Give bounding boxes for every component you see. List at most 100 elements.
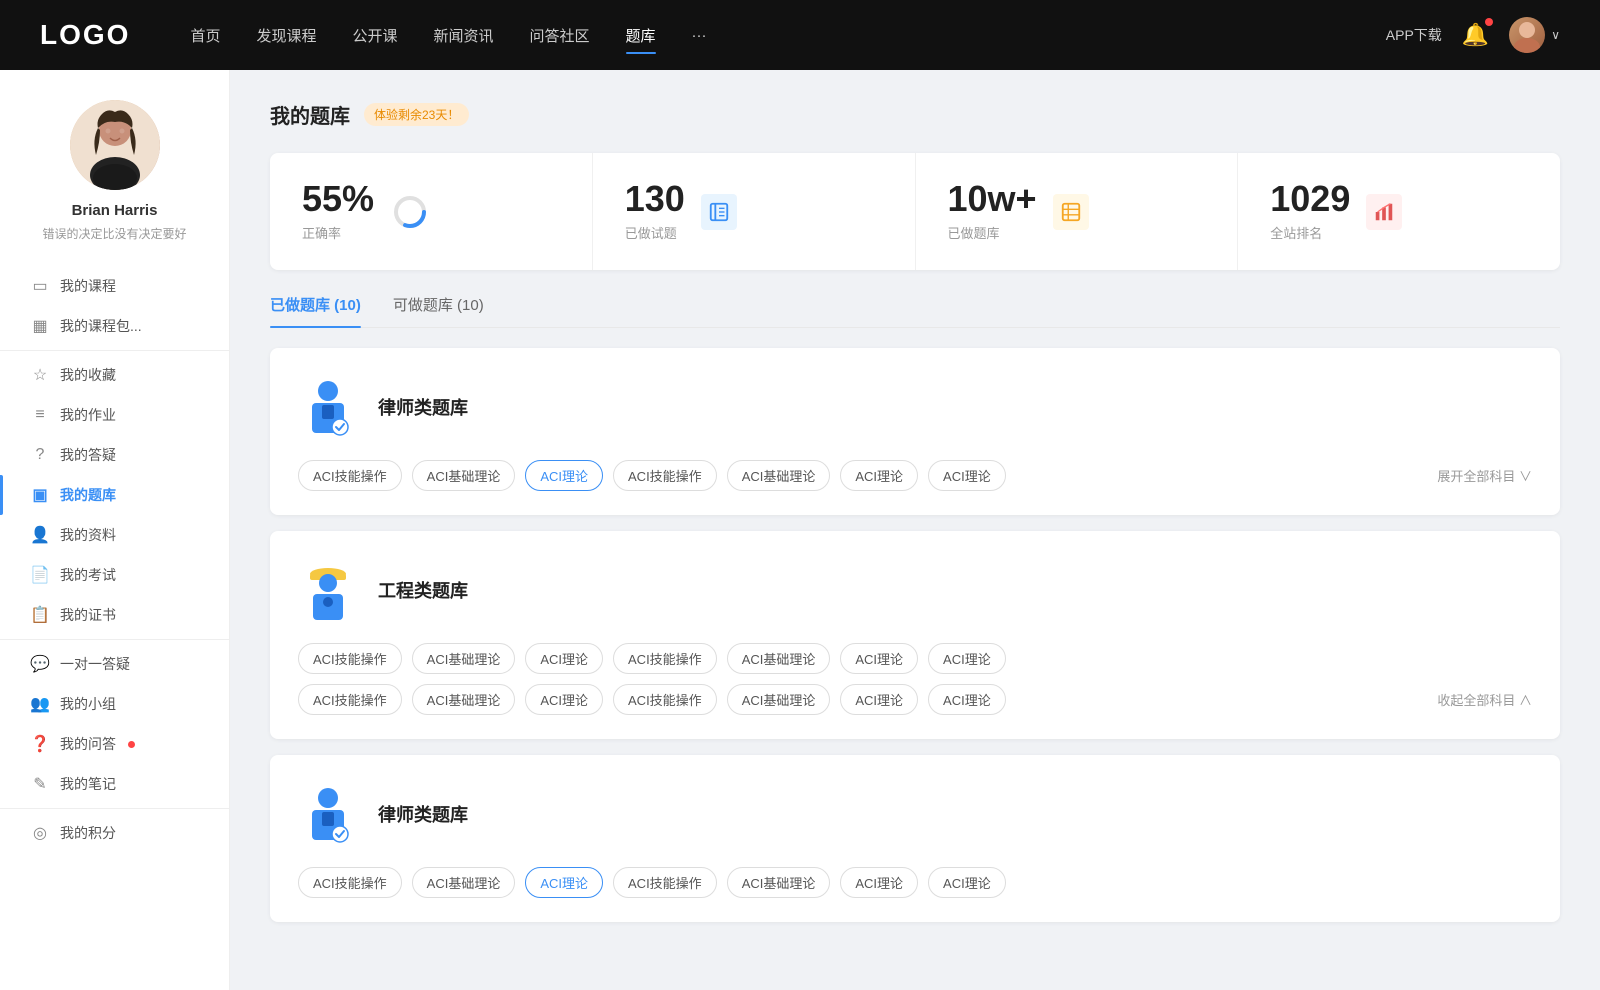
- course-pack-icon: ▦: [30, 316, 50, 336]
- page-layout: Brian Harris 错误的决定比没有决定要好 ▭ 我的课程 ▦ 我的课程包…: [0, 70, 1600, 990]
- book-icon: [701, 194, 737, 230]
- sidebar-question-bank-label: 我的题库: [60, 485, 116, 505]
- sidebar-item-profile[interactable]: 👤 我的资料: [0, 515, 229, 555]
- notification-dot: [1485, 18, 1493, 26]
- tag-eng-0[interactable]: ACI技能操作: [298, 643, 402, 674]
- nav-news[interactable]: 新闻资讯: [434, 25, 494, 46]
- sidebar: Brian Harris 错误的决定比没有决定要好 ▭ 我的课程 ▦ 我的课程包…: [0, 70, 230, 990]
- tag-eng2-3[interactable]: ACI技能操作: [613, 684, 717, 715]
- notification-bell[interactable]: 🔔: [1462, 22, 1489, 48]
- profile-avatar: [70, 100, 160, 190]
- sidebar-item-points[interactable]: ◎ 我的积分: [0, 813, 229, 853]
- sidebar-notes-label: 我的笔记: [60, 774, 116, 794]
- tag-lawyer2-1[interactable]: ACI基础理论: [412, 867, 516, 898]
- tag-lawyer-1-2[interactable]: ACI理论: [525, 460, 603, 491]
- tag-lawyer-1-1[interactable]: ACI基础理论: [412, 460, 516, 491]
- qbank-title-lawyer-1: 律师类题库: [378, 394, 468, 420]
- sidebar-item-one-on-one[interactable]: 💬 一对一答疑: [0, 644, 229, 684]
- tag-lawyer2-6[interactable]: ACI理论: [928, 867, 1006, 898]
- tag-eng-4[interactable]: ACI基础理论: [727, 643, 831, 674]
- sidebar-item-question-bank[interactable]: ▣ 我的题库: [0, 475, 229, 515]
- divider-1: [0, 350, 229, 351]
- sidebar-item-homework[interactable]: ≡ 我的作业: [0, 395, 229, 435]
- nav-question-bank[interactable]: 题库: [626, 25, 656, 46]
- tags-row-engineer-1: ACI技能操作 ACI基础理论 ACI理论 ACI技能操作 ACI基础理论 AC…: [298, 643, 1532, 674]
- sidebar-item-course-pack[interactable]: ▦ 我的课程包...: [0, 306, 229, 346]
- chevron-down-icon: ∨: [1551, 28, 1560, 42]
- tag-lawyer-1-6[interactable]: ACI理论: [928, 460, 1006, 491]
- tag-eng-2[interactable]: ACI理论: [525, 643, 603, 674]
- tag-lawyer-1-0[interactable]: ACI技能操作: [298, 460, 402, 491]
- tag-lawyer2-4[interactable]: ACI基础理论: [727, 867, 831, 898]
- user-avatar-menu[interactable]: ∨: [1509, 17, 1560, 53]
- qbank-card-lawyer-2: 律师类题库 ACI技能操作 ACI基础理论 ACI理论 ACI技能操作 ACI基…: [270, 755, 1560, 922]
- sidebar-item-favorites[interactable]: ☆ 我的收藏: [0, 355, 229, 395]
- sidebar-item-answers[interactable]: ❓ 我的问答: [0, 724, 229, 764]
- page-title: 我的题库: [270, 100, 350, 129]
- sidebar-item-group[interactable]: 👥 我的小组: [0, 684, 229, 724]
- divider-3: [0, 808, 229, 809]
- tag-eng2-0[interactable]: ACI技能操作: [298, 684, 402, 715]
- expand-link-lawyer-1[interactable]: 展开全部科目 ∨: [1437, 466, 1532, 485]
- tag-lawyer2-3[interactable]: ACI技能操作: [613, 867, 717, 898]
- chart-svg: [1373, 201, 1395, 223]
- tag-eng-1[interactable]: ACI基础理论: [412, 643, 516, 674]
- tag-lawyer-1-5[interactable]: ACI理论: [840, 460, 918, 491]
- answers-dot: [128, 741, 135, 748]
- avatar-image: [1509, 17, 1545, 53]
- tag-eng-3[interactable]: ACI技能操作: [613, 643, 717, 674]
- tag-eng2-6[interactable]: ACI理论: [928, 684, 1006, 715]
- tag-lawyer2-2[interactable]: ACI理论: [525, 867, 603, 898]
- tags-row-lawyer-1: ACI技能操作 ACI基础理论 ACI理论 ACI技能操作 ACI基础理论 AC…: [298, 460, 1532, 491]
- tag-lawyer-1-4[interactable]: ACI基础理论: [727, 460, 831, 491]
- tag-eng-6[interactable]: ACI理论: [928, 643, 1006, 674]
- tag-eng2-2[interactable]: ACI理论: [525, 684, 603, 715]
- tab-available-banks[interactable]: 可做题库 (10): [393, 294, 484, 327]
- course-icon: ▭: [30, 276, 50, 296]
- group-icon: 👥: [30, 694, 50, 714]
- sidebar-group-label: 我的小组: [60, 694, 116, 714]
- sidebar-exam-label: 我的考试: [60, 565, 116, 585]
- nav-qa[interactable]: 问答社区: [530, 25, 590, 46]
- tag-eng2-5[interactable]: ACI理论: [840, 684, 918, 715]
- nav-discover[interactable]: 发现课程: [256, 25, 316, 46]
- sidebar-favorites-label: 我的收藏: [60, 365, 116, 385]
- tag-lawyer2-0[interactable]: ACI技能操作: [298, 867, 402, 898]
- logo: LOGO: [40, 19, 130, 51]
- tag-lawyer-1-3[interactable]: ACI技能操作: [613, 460, 717, 491]
- lawyer-icon: [298, 372, 358, 442]
- tag-lawyer2-5[interactable]: ACI理论: [840, 867, 918, 898]
- sidebar-item-exam[interactable]: 📄 我的考试: [0, 555, 229, 595]
- nav-open-course[interactable]: 公开课: [352, 25, 397, 46]
- sidebar-answers-label: 我的问答: [60, 734, 116, 754]
- stat-done-questions-value: 130: [625, 181, 685, 217]
- navbar: LOGO 首页 发现课程 公开课 新闻资讯 问答社区 题库 ··· APP下载 …: [0, 0, 1600, 70]
- navbar-right: APP下载 🔔 ∨: [1386, 17, 1560, 53]
- stat-correct-rate: 55% 正确率: [270, 153, 593, 270]
- sidebar-item-course[interactable]: ▭ 我的课程: [0, 266, 229, 306]
- app-download-link[interactable]: APP下载: [1386, 25, 1442, 45]
- tab-done-banks[interactable]: 已做题库 (10): [270, 294, 361, 327]
- question-bank-svg: [1060, 201, 1082, 223]
- tag-eng2-4[interactable]: ACI基础理论: [727, 684, 831, 715]
- stat-done-banks: 10w+ 已做题库: [916, 153, 1239, 270]
- qbank-card-engineer: 工程类题库 ACI技能操作 ACI基础理论 ACI理论 ACI技能操作 ACI基…: [270, 531, 1560, 739]
- points-icon: ◎: [30, 823, 50, 843]
- sidebar-certificate-label: 我的证书: [60, 605, 116, 625]
- favorites-icon: ☆: [30, 365, 50, 385]
- sidebar-item-qa[interactable]: ? 我的答疑: [0, 435, 229, 475]
- tag-eng-5[interactable]: ACI理论: [840, 643, 918, 674]
- nav-home[interactable]: 首页: [190, 25, 220, 46]
- qbank-card-lawyer-1: 律师类题库 ACI技能操作 ACI基础理论 ACI理论 ACI技能操作 ACI基…: [270, 348, 1560, 515]
- qbank-title-lawyer-2: 律师类题库: [378, 801, 468, 827]
- collapse-link-engineer[interactable]: 收起全部科目 ∧: [1437, 690, 1532, 709]
- tags-row-lawyer-2: ACI技能操作 ACI基础理论 ACI理论 ACI技能操作 ACI基础理论 AC…: [298, 867, 1532, 898]
- nav-more[interactable]: ···: [692, 27, 707, 44]
- tag-eng2-1[interactable]: ACI基础理论: [412, 684, 516, 715]
- sidebar-item-certificate[interactable]: 📋 我的证书: [0, 595, 229, 635]
- sidebar-item-notes[interactable]: ✎ 我的笔记: [0, 764, 229, 804]
- engineer-icon: [298, 555, 358, 625]
- homework-icon: ≡: [30, 406, 50, 424]
- correct-rate-icon-wrap: [390, 192, 430, 232]
- nav-menu: 首页 发现课程 公开课 新闻资讯 问答社区 题库 ···: [190, 25, 1385, 46]
